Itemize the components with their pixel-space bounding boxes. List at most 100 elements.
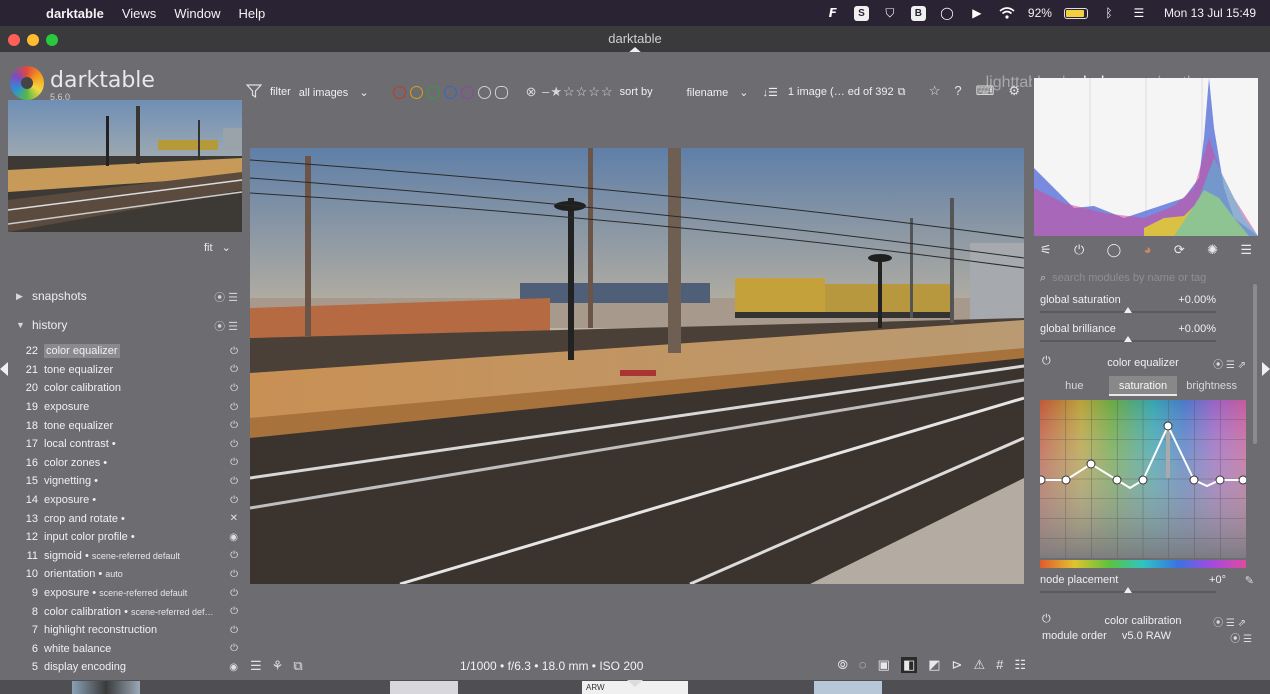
battery-icon[interactable]: [1063, 7, 1088, 19]
collapse-right-panel-arrow[interactable]: [1262, 362, 1270, 376]
f-app-icon[interactable]: 𝙁: [824, 5, 842, 21]
zoom-window-button[interactable]: [46, 34, 58, 46]
active-modules-tab-icon[interactable]: ⚟: [1040, 242, 1052, 264]
sort-order-icon[interactable]: ↓☰: [762, 86, 777, 99]
global-brilliance-slider[interactable]: global brilliance +0.00%: [1040, 323, 1246, 349]
history-item[interactable]: 6 white balance ⏻: [20, 640, 242, 659]
menu-app-name[interactable]: darktable: [46, 6, 104, 21]
play-icon[interactable]: ▶: [968, 5, 986, 21]
bluetooth-icon[interactable]: ᛒ: [1100, 5, 1118, 21]
history-section[interactable]: ▼ history ⦿ ☰: [16, 313, 238, 337]
history-item[interactable]: 5 display encoding ◉: [20, 658, 242, 677]
history-item[interactable]: 15 vignetting • ⏻: [20, 472, 242, 491]
collapse-left-panel-arrow[interactable]: [0, 362, 8, 376]
yellow-label-icon[interactable]: [409, 85, 423, 99]
gamut-check-icon[interactable]: ⊳: [952, 657, 963, 673]
warning-icon[interactable]: ⚠: [973, 657, 985, 673]
correct-group-icon[interactable]: ⟳: [1174, 242, 1185, 264]
power-group-icon[interactable]: ⏻: [1074, 242, 1084, 264]
gray-label-icon[interactable]: [477, 85, 491, 99]
tab-brightness[interactable]: brightness: [1177, 376, 1246, 396]
focus-peaking-icon[interactable]: ⦾: [838, 657, 848, 673]
section-icons[interactable]: ⦿ ☰: [214, 318, 238, 334]
quick-access-icon[interactable]: ☰: [250, 658, 262, 674]
red-label-icon[interactable]: [392, 85, 406, 99]
bottom-panel-toggle[interactable]: [627, 680, 643, 687]
modules-scrollbar[interactable]: [1253, 284, 1257, 444]
rating-filter[interactable]: ⊗ –★☆☆☆☆: [526, 84, 614, 100]
module-order-icons[interactable]: ⦿ ☰: [1230, 630, 1252, 645]
green-label-icon[interactable]: [426, 85, 440, 99]
minimize-window-button[interactable]: [27, 34, 39, 46]
history-item[interactable]: 22 color equalizer ⏻: [20, 342, 242, 361]
close-window-button[interactable]: [8, 34, 20, 46]
history-item[interactable]: 19 exposure ⏻: [20, 398, 242, 417]
clipping-icon[interactable]: ◧: [900, 657, 918, 673]
raw-overexposed-icon[interactable]: ▣: [878, 657, 890, 673]
star-icon[interactable]: ☆: [929, 83, 941, 99]
history-item[interactable]: 9 exposure • scene-referred default ⏻: [20, 584, 242, 603]
b-app-icon[interactable]: B: [910, 5, 926, 21]
film-thumbnail[interactable]: [390, 681, 458, 694]
shield-icon[interactable]: ⛉: [881, 5, 899, 21]
help-icon[interactable]: ?: [954, 83, 961, 99]
circle-app-icon[interactable]: ◯: [938, 5, 956, 21]
module-header-icons[interactable]: ⦿ ☰ ⇗: [1213, 356, 1246, 371]
film-thumbnail[interactable]: [814, 681, 882, 694]
presets-menu-icon[interactable]: ☰: [1240, 242, 1252, 264]
wifi-icon[interactable]: [998, 5, 1016, 21]
slider-handle[interactable]: [1124, 307, 1132, 313]
purple-label-icon[interactable]: [460, 85, 474, 99]
history-item[interactable]: 10 orientation • auto ⏻: [20, 565, 242, 584]
color-assessment-icon[interactable]: ☷: [1014, 657, 1026, 673]
second-window-icon[interactable]: ⧉: [293, 658, 302, 674]
history-item[interactable]: 8 color calibration • scene-referred def… ⏻: [20, 602, 242, 621]
menu-window[interactable]: Window: [174, 6, 220, 21]
module-search-field[interactable]: ⌕ search modules by name or tag: [1036, 268, 1258, 288]
s-app-icon[interactable]: S: [853, 5, 869, 21]
gear-icon[interactable]: ⚙: [1008, 83, 1020, 99]
color-equalizer-header[interactable]: ⏻ color equalizer ⦿ ☰ ⇗: [1040, 354, 1246, 374]
zoom-fit-select[interactable]: fit ⌄: [204, 241, 231, 254]
effect-group-icon[interactable]: ✺: [1207, 242, 1218, 264]
history-item[interactable]: 7 highlight reconstruction ⏻: [20, 621, 242, 640]
history-item[interactable]: 14 exposure • ⏻: [20, 491, 242, 510]
filter-icon[interactable]: [245, 83, 263, 101]
history-item[interactable]: 18 tone equalizer ⏻: [20, 416, 242, 435]
history-item[interactable]: 16 color zones • ⏻: [20, 454, 242, 473]
base-group-icon[interactable]: ◯: [1107, 242, 1122, 264]
history-item[interactable]: 20 color calibration ⏻: [20, 379, 242, 398]
color-calibration-header[interactable]: ⏻ color calibration ⦿ ☰ ⇗: [1040, 612, 1246, 632]
node-placement-slider[interactable]: node placement +0° ✎: [1040, 574, 1254, 600]
sort-select[interactable]: filename ⌄: [687, 86, 749, 99]
guides-icon[interactable]: #: [996, 657, 1003, 673]
softproof-icon[interactable]: ◩: [928, 657, 940, 673]
snapshots-section[interactable]: ▶ snapshots ⦿ ☰: [16, 284, 238, 308]
color-equalizer-graph[interactable]: [1040, 400, 1246, 558]
blue-label-icon[interactable]: [443, 85, 457, 99]
slider-handle[interactable]: [1124, 336, 1132, 342]
grouping-icon[interactable]: ⧉: [898, 86, 906, 99]
navigation-thumbnail[interactable]: [8, 100, 242, 232]
histogram[interactable]: [1034, 78, 1258, 236]
module-order-row[interactable]: module order v5.0 RAW ⦿ ☰: [1042, 630, 1258, 650]
control-center-icon[interactable]: ☰: [1130, 5, 1148, 21]
film-thumbnail[interactable]: [72, 681, 140, 694]
history-item[interactable]: 17 local contrast • ⏻: [20, 435, 242, 454]
styles-icon[interactable]: ⚘: [272, 658, 284, 674]
module-header-icons[interactable]: ⦿ ☰ ⇗: [1213, 614, 1246, 629]
slider-handle[interactable]: [1124, 587, 1132, 593]
history-item[interactable]: 21 tone equalizer ⏻: [20, 361, 242, 380]
section-icons[interactable]: ⦿ ☰: [214, 289, 238, 305]
filter-select[interactable]: all images ⌄: [299, 86, 369, 99]
history-item[interactable]: 12 input color profile • ◉: [20, 528, 242, 547]
main-photo[interactable]: [250, 148, 1024, 584]
history-item[interactable]: 11 sigmoid • scene-referred default ⏻: [20, 547, 242, 566]
color-group-icon[interactable]: ◕: [1144, 242, 1152, 264]
and-or-label-icon[interactable]: [494, 85, 508, 99]
tab-saturation[interactable]: saturation: [1108, 376, 1178, 396]
tab-hue[interactable]: hue: [1040, 376, 1109, 396]
color-picker-icon[interactable]: ✎: [1245, 574, 1254, 587]
menubar-datetime[interactable]: Mon 13 Jul 15:49: [1164, 6, 1256, 20]
keyboard-icon[interactable]: ⌨: [976, 83, 995, 99]
